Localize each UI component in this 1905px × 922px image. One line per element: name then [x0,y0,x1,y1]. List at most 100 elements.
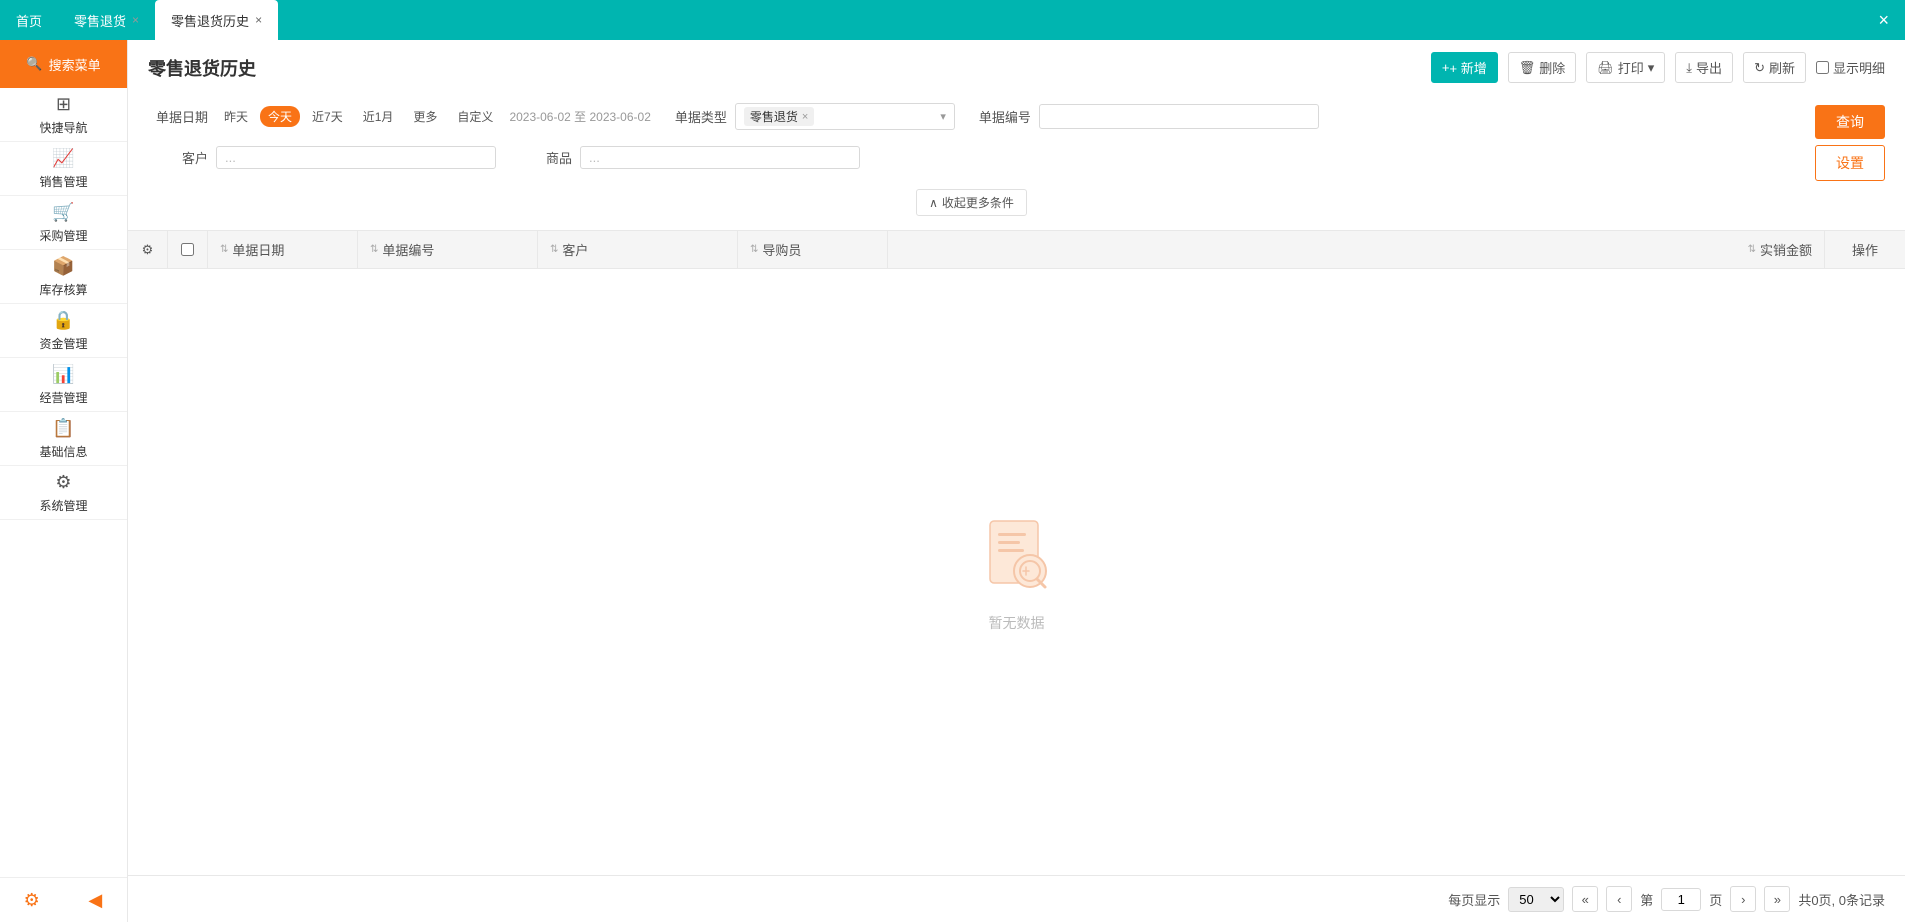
collapse-up-icon: ∧ [929,196,938,210]
doc-type-tag-close[interactable]: × [802,111,808,123]
sidebar-settings-btn[interactable]: ⚙ [0,878,64,922]
refresh-btn[interactable]: ↻ 刷新 [1743,52,1806,83]
sidebar: 🔍 搜索菜单 ⊞ 快捷导航 📈 销售管理 🛒 采购管理 📦 库存核算 🔒 资金管… [0,40,128,922]
date-opt-7days[interactable]: 近7天 [304,106,351,127]
print-btn[interactable]: 🖨 打印 ▾ [1586,52,1665,83]
pagination-bar: 每页显示 50 20 100 « ‹ 第 页 › » 共0页, 0条记录 [128,875,1905,922]
first-page-icon: « [1582,892,1589,907]
customer-select[interactable]: ... [216,146,496,169]
tab-retail-return-close[interactable]: × [132,13,139,27]
customer-placeholder: ... [225,150,236,165]
purchase-icon: 🛒 [52,202,74,223]
goods-placeholder: ... [589,150,600,165]
tab-retail-return-history-close[interactable]: × [255,13,262,27]
doc-no-field: 单据编号 [971,104,1319,129]
filter-row-2: 客户 ... 商品 ... [148,146,1795,169]
page-input[interactable] [1661,888,1701,911]
sidebar-collapse-btn[interactable]: ◀ [64,878,128,922]
th-no[interactable]: ⇅ 单据编号 [358,231,538,268]
setting-btn[interactable]: 设置 [1815,145,1885,181]
doc-type-field: 单据类型 零售退货 × ▾ [667,103,955,130]
last-page-btn[interactable]: » [1764,886,1790,912]
th-guide[interactable]: ⇅ 导购员 [738,231,888,268]
table-header: ⚙ ⇅ 单据日期 ⇅ 单据编号 ⇅ 客户 [128,231,1905,269]
quick-nav-icon: ⊞ [56,94,71,115]
sidebar-bottom: ⚙ ◀ [0,877,127,922]
next-page-icon: › [1741,892,1745,907]
basic-info-icon: 📋 [52,418,74,439]
goods-select[interactable]: ... [580,146,860,169]
customer-label: 客户 [148,148,208,167]
date-opt-custom[interactable]: 自定义 [449,106,501,127]
page-unit: 页 [1709,890,1722,909]
toolbar: + + 新增 🗑 删除 🖨 打印 ▾ ⤓ 导出 [1431,52,1885,83]
date-opt-more[interactable]: 更多 [405,106,445,127]
first-page-btn[interactable]: « [1572,886,1598,912]
export-btn[interactable]: ⤓ 导出 [1675,52,1733,83]
show-detail-input[interactable] [1816,61,1829,74]
filter-cols: 单据日期 昨天 今天 近7天 近1月 更多 自定义 2023-06-02 至 2… [148,103,1795,220]
main-layout: 🔍 搜索菜单 ⊞ 快捷导航 📈 销售管理 🛒 采购管理 📦 库存核算 🔒 资金管… [0,40,1905,922]
per-page-select[interactable]: 50 20 100 [1508,887,1564,912]
doc-type-dropdown-icon: ▾ [940,110,946,123]
next-page-btn[interactable]: › [1730,886,1756,912]
doc-type-select[interactable]: 零售退货 × ▾ [735,103,955,130]
sidebar-item-system-mgmt[interactable]: ⚙ 系统管理 [0,466,127,520]
page-title: 零售退货历史 [148,55,256,81]
sidebar-item-purchase-mgmt[interactable]: 🛒 采购管理 [0,196,127,250]
sidebar-search[interactable]: 🔍 搜索菜单 [0,40,127,88]
empty-illustration [972,511,1062,601]
sidebar-item-finance-mgmt[interactable]: 🔒 资金管理 [0,304,127,358]
sidebar-item-sales-mgmt[interactable]: 📈 销售管理 [0,142,127,196]
customer-field: 客户 ... [148,146,496,169]
sidebar-item-quick-nav[interactable]: ⊞ 快捷导航 [0,88,127,142]
goods-field: 商品 ... [512,146,860,169]
operations-icon: 📊 [52,364,74,385]
empty-state: 暂无数据 [128,269,1905,875]
delete-btn[interactable]: 🗑 删除 [1508,52,1577,83]
th-customer[interactable]: ⇅ 客户 [538,231,738,268]
page-header: 零售退货历史 + + 新增 🗑 删除 🖨 打印 ▾ [128,40,1905,231]
tab-retail-return[interactable]: 零售退货 × [58,0,155,40]
prev-page-btn[interactable]: ‹ [1606,886,1632,912]
new-icon: + [1442,60,1450,75]
tab-home[interactable]: 首页 [0,0,58,40]
sort-customer-icon: ⇅ [550,244,558,255]
sort-date-icon: ⇅ [220,244,228,255]
th-gear[interactable]: ⚙ [128,231,168,268]
sidebar-item-basic-info[interactable]: 📋 基础信息 [0,412,127,466]
doc-no-input[interactable] [1039,104,1319,129]
query-btn[interactable]: 查询 [1815,105,1885,139]
sort-amount-icon: ⇅ [1748,244,1756,255]
top-tab-bar: 首页 零售退货 × 零售退货历史 × × [0,0,1905,40]
th-date[interactable]: ⇅ 单据日期 [208,231,358,268]
date-opt-1month[interactable]: 近1月 [355,106,402,127]
print-icon: 🖨 [1597,60,1614,76]
empty-text: 暂无数据 [989,613,1045,633]
th-amount[interactable]: ⇅ 实销金额 [888,231,1825,268]
th-check[interactable] [168,231,208,268]
collapse-btn[interactable]: ∧ 收起更多条件 [916,189,1027,216]
last-page-icon: » [1774,892,1781,907]
delete-icon: 🗑 [1519,60,1536,76]
new-btn[interactable]: + + 新增 [1431,52,1498,83]
filter-row-1: 单据日期 昨天 今天 近7天 近1月 更多 自定义 2023-06-02 至 2… [148,103,1795,130]
search-icon: 🔍 [26,56,42,72]
gear-col-icon: ⚙ [142,242,154,258]
select-all-checkbox[interactable] [181,243,194,256]
top-bar-close-btn[interactable]: × [1862,10,1905,31]
date-opt-yesterday[interactable]: 昨天 [216,106,256,127]
show-detail-checkbox[interactable]: 显示明细 [1816,58,1885,77]
refresh-icon: ↻ [1754,60,1765,76]
table-wrapper: ⚙ ⇅ 单据日期 ⇅ 单据编号 ⇅ 客户 [128,231,1905,875]
per-page-label: 每页显示 [1448,890,1500,909]
tab-retail-return-history[interactable]: 零售退货历史 × [155,0,278,40]
goods-label: 商品 [512,148,572,167]
system-icon: ⚙ [55,472,71,493]
sort-no-icon: ⇅ [370,244,378,255]
date-opt-today[interactable]: 今天 [260,106,300,127]
sidebar-item-operations-mgmt[interactable]: 📊 经营管理 [0,358,127,412]
sidebar-item-inventory[interactable]: 📦 库存核算 [0,250,127,304]
collapse-icon: ◀ [88,890,102,911]
th-action: 操作 [1825,231,1905,268]
